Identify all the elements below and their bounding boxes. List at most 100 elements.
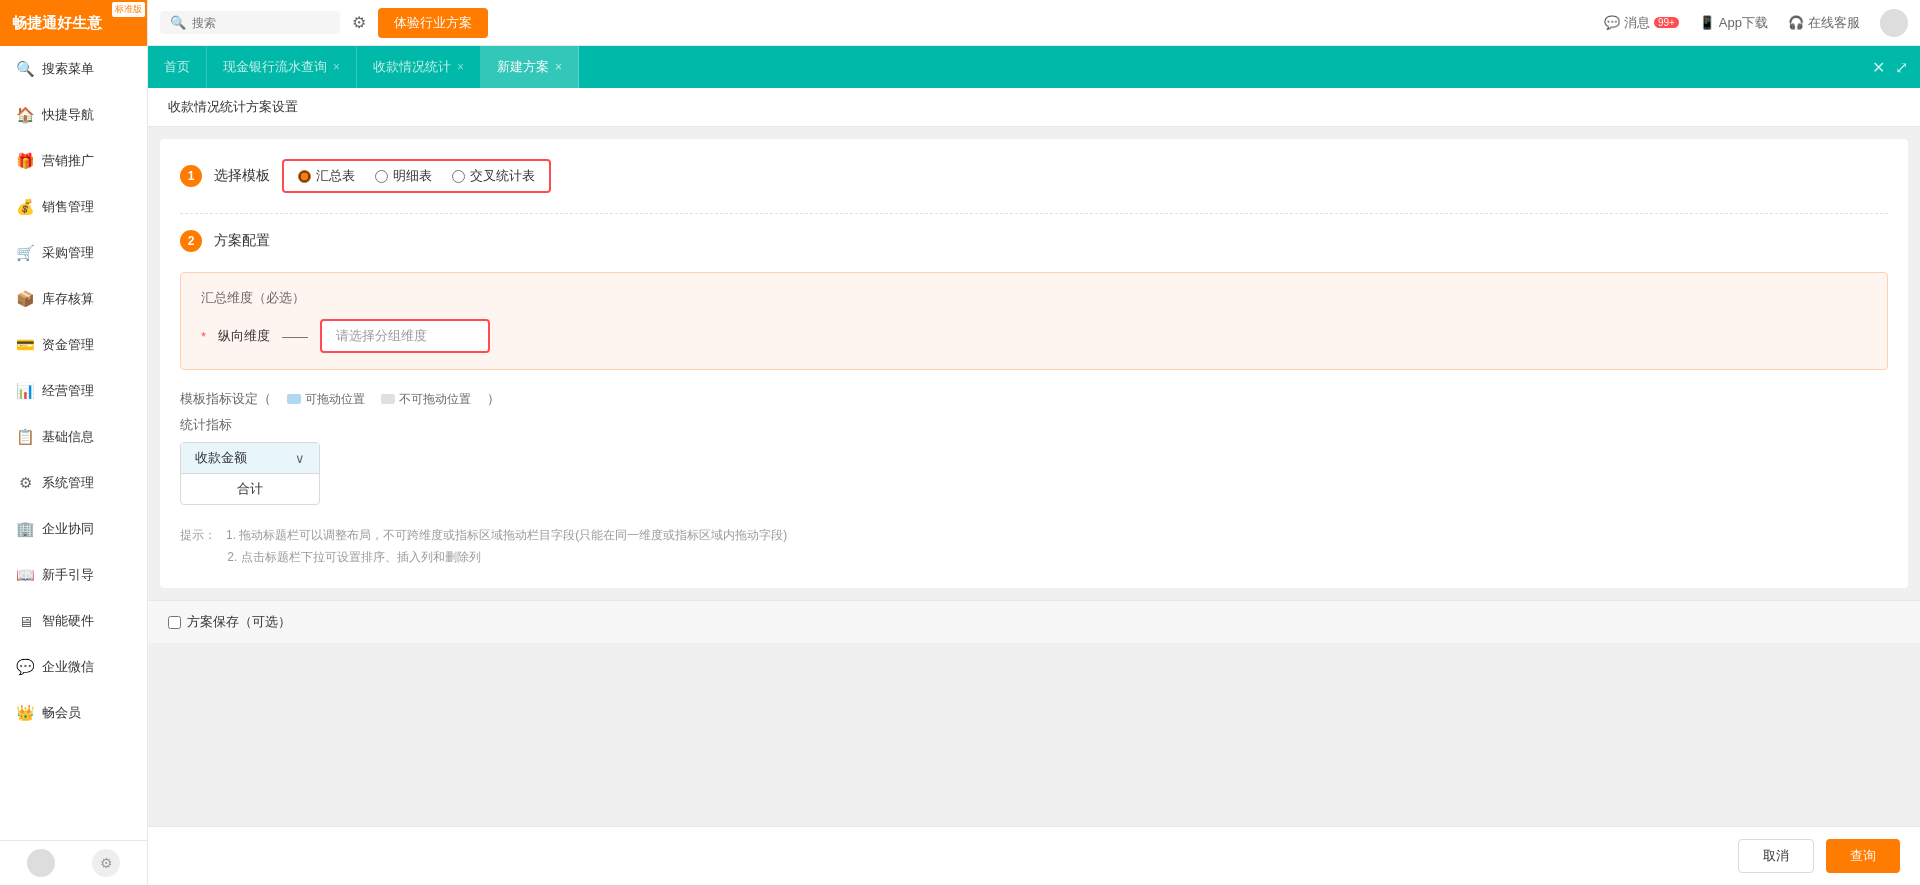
non-draggable-badge: 不可拖动位置 bbox=[381, 391, 471, 408]
app-download-btn[interactable]: 📱 App下载 bbox=[1699, 14, 1768, 32]
card-icon: 💳 bbox=[16, 336, 34, 354]
service-btn[interactable]: 🎧 在线客服 bbox=[1788, 14, 1860, 32]
tab-bank-flow[interactable]: 现金银行流水查询 × bbox=[207, 46, 357, 88]
sidebar-item-operation[interactable]: 📊 经营管理 bbox=[0, 368, 147, 414]
dimension-row: * 纵向维度 —— 请选择分组维度 bbox=[201, 319, 1867, 353]
sidebar-item-label: 资金管理 bbox=[42, 336, 94, 354]
radio-detail-label: 明细表 bbox=[393, 167, 432, 185]
sidebar-bottom-settings[interactable]: ⚙ bbox=[92, 849, 120, 877]
sidebar-item-inventory[interactable]: 📦 库存核算 bbox=[0, 276, 147, 322]
save-plan-checkbox-label[interactable]: 方案保存（可选） bbox=[168, 613, 291, 631]
radio-detail-input[interactable] bbox=[375, 170, 388, 183]
tip2-text: 2. 点击标题栏下拉可设置排序、插入列和删除列 bbox=[227, 550, 480, 564]
sidebar: 畅捷通好生意 标准版 🔍 搜索菜单 🏠 快捷导航 🎁 营销推广 💰 销售管理 🛒… bbox=[0, 0, 148, 885]
metrics-col-dropdown-icon[interactable]: ∨ bbox=[295, 451, 305, 466]
sidebar-bottom-user[interactable] bbox=[27, 849, 55, 877]
app-label: App下载 bbox=[1719, 14, 1768, 32]
message-btn[interactable]: 💬 消息 99+ bbox=[1604, 14, 1679, 32]
tab-new-plan-close[interactable]: × bbox=[555, 60, 562, 74]
sidebar-item-label: 企业协同 bbox=[42, 520, 94, 538]
tip1: 提示： 1. 拖动标题栏可以调整布局，不可跨维度或指标区域拖动栏目字段(只能在同… bbox=[180, 525, 1888, 547]
chat-icon: 💬 bbox=[16, 658, 34, 676]
metrics-table-header[interactable]: 收款金额 ∨ bbox=[181, 443, 319, 474]
cancel-button[interactable]: 取消 bbox=[1738, 839, 1814, 873]
metrics-close-paren: ） bbox=[487, 390, 500, 408]
sidebar-item-label: 畅会员 bbox=[42, 704, 81, 722]
radio-cross-label: 交叉统计表 bbox=[470, 167, 535, 185]
non-draggable-label: 不可拖动位置 bbox=[399, 391, 471, 408]
sidebar-item-search-menu[interactable]: 🔍 搜索菜单 bbox=[0, 46, 147, 92]
tab-actions: ✕ ⤢ bbox=[1872, 46, 1920, 88]
sidebar-item-basic-info[interactable]: 📋 基础信息 bbox=[0, 414, 147, 460]
sidebar-item-purchase[interactable]: 🛒 采购管理 bbox=[0, 230, 147, 276]
tab-expand-btn[interactable]: ⤢ bbox=[1895, 58, 1908, 77]
sidebar-item-hardware[interactable]: 🖥 智能硬件 bbox=[0, 598, 147, 644]
sidebar-item-member[interactable]: 👑 畅会员 bbox=[0, 690, 147, 736]
sidebar-item-guide[interactable]: 📖 新手引导 bbox=[0, 552, 147, 598]
building-icon: 🏢 bbox=[16, 520, 34, 538]
sidebar-item-marketing[interactable]: 🎁 营销推广 bbox=[0, 138, 147, 184]
sidebar-item-system[interactable]: ⚙ 系统管理 bbox=[0, 460, 147, 506]
message-label: 消息 bbox=[1624, 14, 1650, 32]
sidebar-item-label: 智能硬件 bbox=[42, 612, 94, 630]
sidebar-item-label: 销售管理 bbox=[42, 198, 94, 216]
tab-home[interactable]: 首页 bbox=[148, 46, 207, 88]
draggable-indicator bbox=[287, 394, 301, 404]
tab-new-plan[interactable]: 新建方案 × bbox=[481, 46, 579, 88]
message-icon: 💬 bbox=[1604, 15, 1620, 30]
radio-cross-input[interactable] bbox=[452, 170, 465, 183]
save-plan-checkbox[interactable] bbox=[168, 616, 181, 629]
sidebar-item-label: 营销推广 bbox=[42, 152, 94, 170]
sidebar-item-sales[interactable]: 💰 销售管理 bbox=[0, 184, 147, 230]
sidebar-item-label: 经营管理 bbox=[42, 382, 94, 400]
tab-receipt-stats[interactable]: 收款情况统计 × bbox=[357, 46, 481, 88]
box-icon: 📦 bbox=[16, 290, 34, 308]
search-input[interactable] bbox=[192, 16, 322, 30]
step1-label: 选择模板 bbox=[214, 167, 270, 185]
sidebar-item-finance[interactable]: 💳 资金管理 bbox=[0, 322, 147, 368]
sidebar-item-label: 搜索菜单 bbox=[42, 60, 94, 78]
tip2: 2. 点击标题栏下拉可设置排序、插入列和删除列 bbox=[180, 547, 1888, 569]
sidebar-item-enterprise[interactable]: 🏢 企业协同 bbox=[0, 506, 147, 552]
metrics-col-header: 收款金额 bbox=[195, 449, 247, 467]
sidebar-bottom: ⚙ bbox=[0, 840, 147, 885]
query-button[interactable]: 查询 bbox=[1826, 839, 1900, 873]
metrics-section: 模板指标设定（ 可拖动位置 不可拖动位置 ） 统计指标 bbox=[180, 390, 1888, 568]
divider1 bbox=[180, 213, 1888, 214]
sidebar-item-quick-nav[interactable]: 🏠 快捷导航 bbox=[0, 92, 147, 138]
radio-cross[interactable]: 交叉统计表 bbox=[452, 167, 535, 185]
breadcrumb: 收款情况统计方案设置 bbox=[168, 99, 298, 114]
settings-icon[interactable]: ⚙ bbox=[352, 13, 366, 32]
page-footer: 方案保存（可选） bbox=[148, 600, 1920, 643]
industry-btn[interactable]: 体验行业方案 bbox=[378, 8, 488, 38]
gift-icon: 🎁 bbox=[16, 152, 34, 170]
search-icon: 🔍 bbox=[170, 15, 186, 30]
config-area: 汇总维度（必选） * 纵向维度 —— 请选择分组维度 bbox=[180, 272, 1888, 370]
bottom-bar: 取消 查询 bbox=[148, 826, 1920, 885]
tab-close-btn[interactable]: ✕ bbox=[1872, 58, 1885, 77]
radio-detail[interactable]: 明细表 bbox=[375, 167, 432, 185]
radio-summary[interactable]: 汇总表 bbox=[298, 167, 355, 185]
tab-bank-flow-close[interactable]: × bbox=[333, 60, 340, 74]
gear-icon: ⚙ bbox=[16, 474, 34, 492]
tab-receipt-stats-close[interactable]: × bbox=[457, 60, 464, 74]
sidebar-item-label: 快捷导航 bbox=[42, 106, 94, 124]
sidebar-item-label: 库存核算 bbox=[42, 290, 94, 308]
user-avatar[interactable] bbox=[1880, 9, 1908, 37]
money-icon: 💰 bbox=[16, 198, 34, 216]
topbar: 🔍 ⚙ 体验行业方案 💬 消息 99+ 📱 App下载 🎧 在线客服 bbox=[148, 0, 1920, 46]
main-content: 🔍 ⚙ 体验行业方案 💬 消息 99+ 📱 App下载 🎧 在线客服 首页 bbox=[148, 0, 1920, 885]
metrics-header: 模板指标设定（ 可拖动位置 不可拖动位置 ） bbox=[180, 390, 1888, 408]
template-radio-group: 汇总表 明细表 交叉统计表 bbox=[282, 159, 551, 193]
draggable-label: 可拖动位置 bbox=[305, 391, 365, 408]
message-badge: 99+ bbox=[1654, 17, 1679, 28]
page-header: 收款情况统计方案设置 bbox=[148, 88, 1920, 127]
radio-summary-input[interactable] bbox=[298, 170, 311, 183]
search-bar[interactable]: 🔍 bbox=[160, 11, 340, 34]
page-content: 收款情况统计方案设置 1 选择模板 汇总表 明细表 bbox=[148, 88, 1920, 826]
dim-select[interactable]: 请选择分组维度 bbox=[320, 319, 490, 353]
crown-icon: 👑 bbox=[16, 704, 34, 722]
sidebar-item-wechat[interactable]: 💬 企业微信 bbox=[0, 644, 147, 690]
dim-select-placeholder: 请选择分组维度 bbox=[336, 328, 427, 343]
step2-row: 2 方案配置 bbox=[180, 230, 1888, 252]
